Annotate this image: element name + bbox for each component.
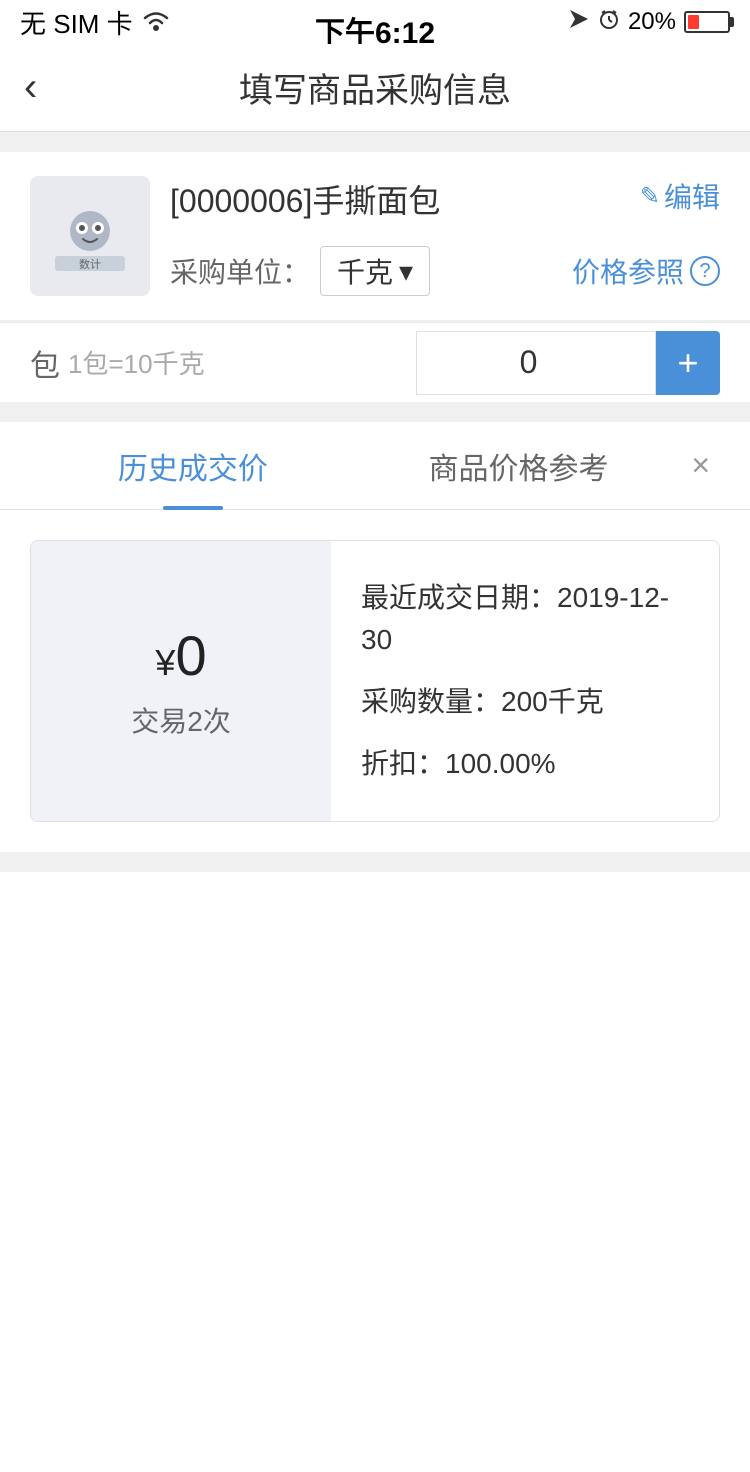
- unit-value: 千克: [337, 251, 393, 291]
- help-icon: ?: [690, 256, 720, 286]
- discount-label: 折扣：: [361, 748, 445, 779]
- transaction-count: 交易2次: [131, 700, 231, 740]
- transaction-price-side: ¥0 交易2次: [31, 541, 331, 821]
- dropdown-arrow-icon: ▾: [399, 255, 413, 288]
- price-reference-link[interactable]: 价格参照 ?: [572, 251, 720, 291]
- alarm-icon: [598, 8, 620, 37]
- tab-historical-price[interactable]: 历史成交价: [30, 422, 356, 510]
- purchase-qty-value: 200千克: [501, 686, 604, 717]
- price-ref-label: 价格参照: [572, 251, 684, 291]
- unit-hint: 1包=10千克: [68, 344, 205, 381]
- status-left: 无 SIM 卡: [20, 4, 171, 41]
- price-value: 0: [175, 624, 206, 687]
- purchase-unit-row: 采购单位： 千克 ▾ 价格参照 ?: [170, 246, 720, 296]
- product-info: [0000006]手撕面包 ✎ 编辑 采购单位： 千克 ▾ 价格参照 ?: [170, 176, 720, 296]
- purchase-unit-label: 采购单位：: [170, 251, 310, 291]
- page-title: 填写商品采购信息: [239, 63, 511, 112]
- product-header: [0000006]手撕面包 ✎ 编辑: [170, 176, 720, 222]
- edit-label: 编辑: [664, 176, 720, 216]
- recent-date-row: 最近成交日期：2019-12-30: [361, 577, 689, 661]
- wifi-icon: [141, 7, 171, 38]
- transaction-detail-side: 最近成交日期：2019-12-30 采购数量：200千克 折扣：100.00%: [331, 541, 719, 821]
- svg-text:数计: 数计: [79, 258, 101, 271]
- purchase-qty-row: 采购数量：200千克: [361, 681, 689, 723]
- discount-value: 100.00%: [445, 748, 556, 779]
- back-button[interactable]: ‹: [24, 65, 37, 110]
- quantity-input-group: +: [416, 331, 720, 395]
- price-currency-symbol: ¥: [155, 642, 175, 683]
- location-icon: [568, 8, 590, 37]
- tabs-header: 历史成交价 商品价格参考 ×: [0, 422, 750, 510]
- unit-display: 包: [30, 341, 60, 385]
- status-right: 20%: [568, 8, 730, 37]
- transaction-card: ¥0 交易2次 最近成交日期：2019-12-30 采购数量：200千克 折扣：…: [30, 540, 720, 822]
- quantity-row: 包 1包=10千克 +: [0, 322, 750, 402]
- bottom-space: [0, 872, 750, 1472]
- tabs-section: 历史成交价 商品价格参考 × ¥0 交易2次 最近成交日期：2019-12-30…: [0, 422, 750, 852]
- quantity-label: 包 1包=10千克: [30, 341, 205, 385]
- battery-icon: [684, 11, 730, 33]
- price-display: ¥0: [155, 623, 206, 688]
- battery-percent: 20%: [628, 8, 676, 36]
- product-card: 数计 [0000006]手撕面包 ✎ 编辑 采购单位： 千克 ▾ 价格参照 ?: [0, 152, 750, 320]
- recent-date-label: 最近成交日期：: [361, 582, 557, 613]
- discount-row: 折扣：100.00%: [361, 743, 689, 785]
- nav-bar: ‹ 填写商品采购信息: [0, 44, 750, 132]
- unit-select-dropdown[interactable]: 千克 ▾: [320, 246, 430, 296]
- status-bar: 无 SIM 卡 下午6:12 20%: [0, 0, 750, 44]
- product-thumbnail: 数计: [30, 176, 150, 296]
- quantity-plus-button[interactable]: +: [656, 331, 720, 395]
- edit-icon: ✎: [640, 182, 660, 211]
- tab-close-button[interactable]: ×: [681, 437, 720, 494]
- product-name: [0000006]手撕面包: [170, 176, 440, 222]
- edit-button[interactable]: ✎ 编辑: [640, 176, 720, 216]
- quantity-input[interactable]: [416, 331, 656, 395]
- transaction-area: ¥0 交易2次 最近成交日期：2019-12-30 采购数量：200千克 折扣：…: [0, 510, 750, 852]
- purchase-qty-label: 采购数量：: [361, 686, 501, 717]
- carrier-text: 无 SIM 卡: [20, 4, 133, 41]
- battery-fill: [688, 15, 699, 29]
- tab-price-reference[interactable]: 商品价格参考: [356, 422, 682, 510]
